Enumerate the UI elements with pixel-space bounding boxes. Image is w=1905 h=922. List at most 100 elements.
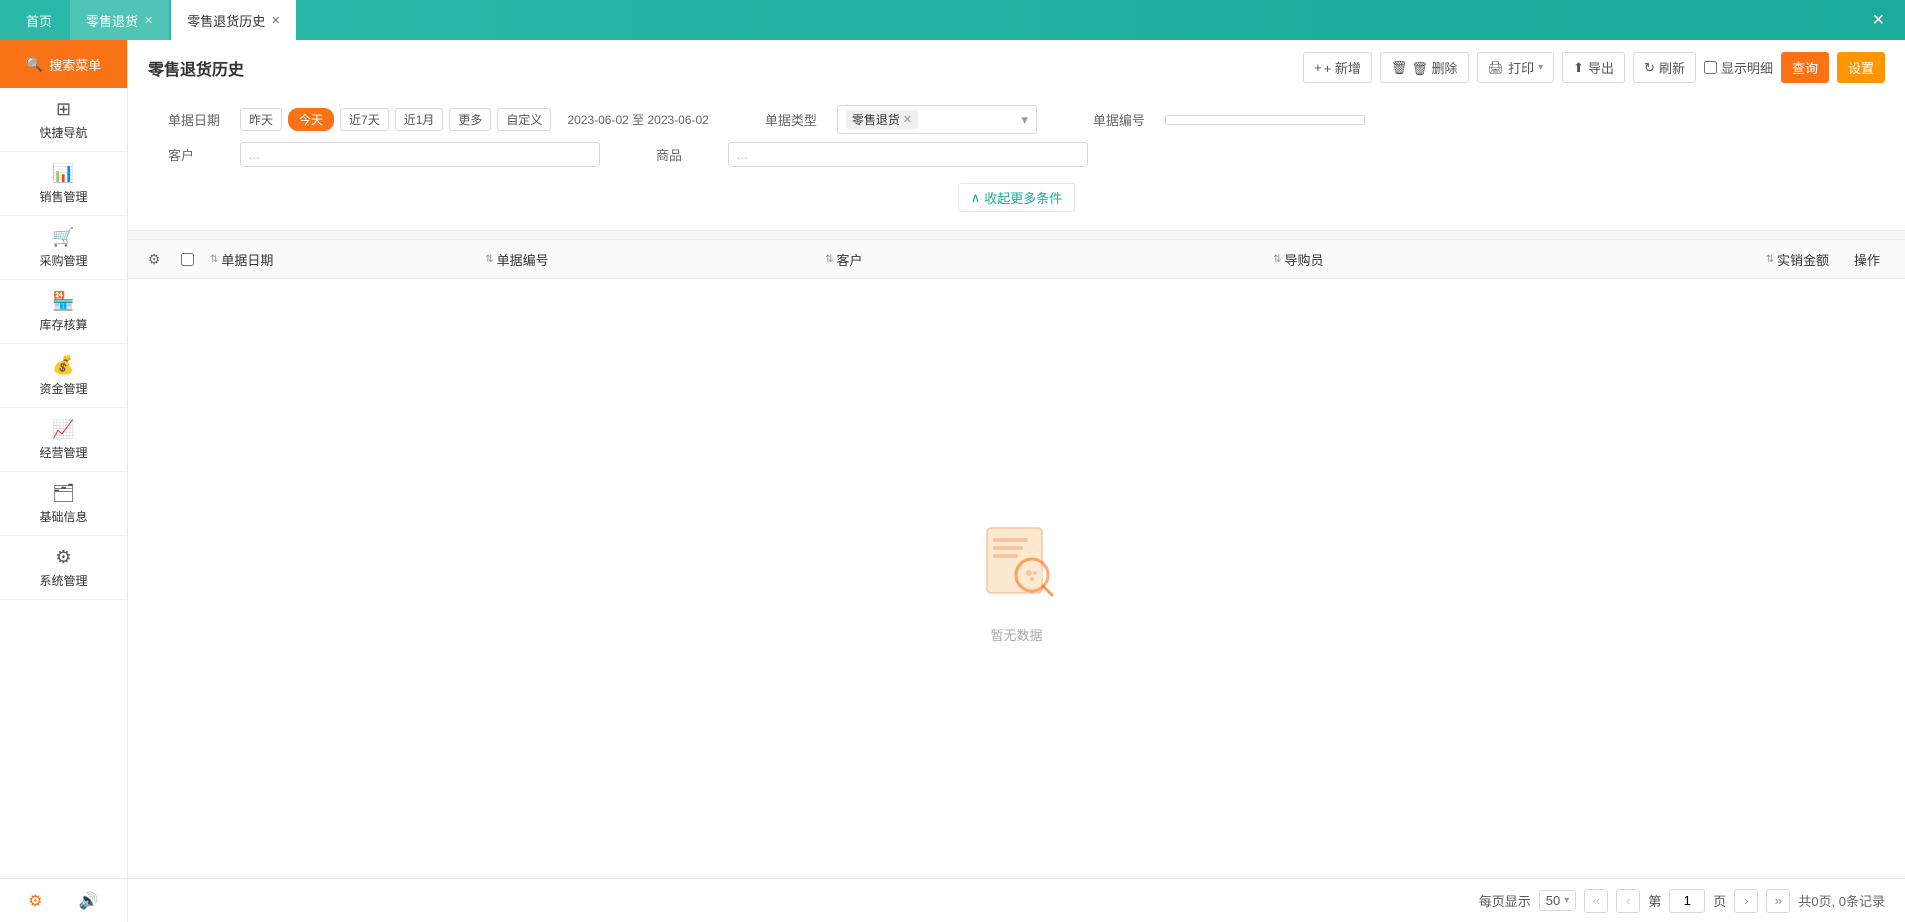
page-total: 共0页, 0条记录 — [1798, 891, 1885, 910]
sidebar-item-quick-nav[interactable]: ⊞ 快捷导航 — [0, 88, 127, 152]
page-size-label: 每页显示 — [1479, 891, 1531, 910]
title-row: 零售退货历史 + + 新增 🗑 🗑 删除 🖨 打印 ▾ — [148, 52, 1885, 83]
last-page-button[interactable]: » — [1766, 889, 1790, 913]
main-layout: 🔍 搜索菜单 ⊞ 快捷导航 📊 销售管理 🛒 采购管理 🏪 库存核算 💰 — [0, 40, 1905, 922]
page-number-input[interactable] — [1669, 889, 1705, 913]
finance-label: 资金管理 — [39, 380, 87, 397]
print-icon: 🖨 — [1488, 60, 1505, 76]
num-col-label: 单据编号 — [497, 250, 549, 269]
settings-icon[interactable]: ⚙ — [28, 891, 42, 911]
guide-col-label: 导购员 — [1284, 250, 1323, 269]
type-tag-close-icon[interactable]: ✕ — [903, 113, 912, 126]
inventory-icon: 🏪 — [52, 291, 74, 312]
content-area: 零售退货历史 + + 新增 🗑 🗑 删除 🖨 打印 ▾ — [128, 40, 1905, 922]
volume-icon[interactable]: 🔊 — [79, 891, 99, 911]
date-btn-1month[interactable]: 近1月 — [395, 108, 444, 131]
collapse-button[interactable]: ∧ 收起更多条件 — [958, 183, 1076, 212]
date-col-label: 单据日期 — [221, 250, 273, 269]
sales-mgmt-label: 销售管理 — [39, 188, 87, 205]
sidebar-search[interactable]: 🔍 搜索菜单 — [0, 40, 127, 88]
tab-home[interactable]: 首页 — [10, 0, 68, 40]
show-detail-label: 显示明细 — [1721, 58, 1773, 77]
date-btn-custom[interactable]: 自定义 — [497, 108, 551, 131]
print-button[interactable]: 🖨 打印 ▾ — [1477, 52, 1555, 83]
toolbar-buttons: + + 新增 🗑 🗑 删除 🖨 打印 ▾ ⬆ 导出 — [1303, 52, 1885, 83]
sort-guide-icon[interactable]: ⇅ — [1273, 254, 1281, 265]
basic-info-icon: 🗂 — [52, 483, 75, 504]
type-select-chevron-icon: ▾ — [1021, 112, 1028, 128]
page-title: 零售退货历史 — [148, 56, 244, 80]
print-label: 打印 — [1508, 58, 1534, 77]
table-gear-icon[interactable]: ⚙ — [148, 251, 161, 268]
table-checkbox-col — [172, 253, 202, 266]
export-button[interactable]: ⬆ 导出 — [1562, 52, 1625, 83]
date-btn-7days[interactable]: 近7天 — [340, 108, 389, 131]
date-filter-buttons: 昨天 今天 近7天 近1月 更多 自定义 — [240, 108, 551, 131]
show-detail-input[interactable] — [1704, 61, 1717, 74]
search-icon: 🔍 — [26, 56, 43, 73]
page-size-select[interactable]: 50 ▾ — [1539, 890, 1577, 911]
page-size-chevron-icon: ▾ — [1564, 895, 1569, 906]
sidebar-item-system-mgmt[interactable]: ⚙ 系统管理 — [0, 536, 127, 600]
print-chevron-icon: ▾ — [1538, 62, 1543, 73]
tab-retail-return[interactable]: 零售退货 ✕ — [70, 0, 169, 40]
sort-amount-icon[interactable]: ⇅ — [1766, 254, 1774, 265]
sidebar-bottom: ⚙ 🔊 — [0, 878, 127, 922]
system-mgmt-label: 系统管理 — [39, 572, 87, 589]
sidebar-item-inventory[interactable]: 🏪 库存核算 — [0, 280, 127, 344]
date-btn-more[interactable]: 更多 — [449, 108, 491, 131]
prev-page-button[interactable]: ‹ — [1616, 889, 1640, 913]
customer-filter-input[interactable]: ... — [240, 142, 600, 167]
tab-list: 首页 零售退货 ✕ 零售退货历史 ✕ — [10, 0, 1862, 40]
type-filter-select[interactable]: 零售退货 ✕ ▾ — [837, 105, 1037, 134]
window-close-icon[interactable]: ✕ — [1862, 10, 1895, 30]
goods-filter-input[interactable]: ... — [728, 142, 1088, 167]
filter-area: 单据日期 昨天 今天 近7天 近1月 更多 自定义 2023-06-02 至 2… — [148, 95, 1885, 230]
goods-filter-label: 商品 — [656, 145, 712, 164]
quick-nav-label: 快捷导航 — [39, 124, 87, 141]
refresh-icon: ↻ — [1644, 60, 1655, 76]
sidebar-item-basic-info[interactable]: 🗂 基础信息 — [0, 472, 127, 536]
retail-return-close-icon[interactable]: ✕ — [144, 14, 153, 27]
goods-placeholder: ... — [737, 147, 748, 162]
table-date-col: ⇅ 单据日期 — [202, 250, 477, 269]
table-header: ⚙ ⇅ 单据日期 ⇅ 单据编号 ⇅ 客户 ⇅ — [128, 239, 1905, 279]
new-button[interactable]: + + 新增 — [1303, 52, 1372, 83]
type-tag-label: 零售退货 — [852, 111, 900, 128]
content-header: 零售退货历史 + + 新增 🗑 🗑 删除 🖨 打印 ▾ — [128, 40, 1905, 231]
customer-col-label: 客户 — [837, 250, 863, 269]
sidebar-item-sales-mgmt[interactable]: 📊 销售管理 — [0, 152, 127, 216]
empty-text: 暂无数据 — [990, 625, 1042, 644]
prev-page-icon: ‹ — [1626, 893, 1630, 908]
purchase-mgmt-label: 采购管理 — [39, 252, 87, 269]
delete-button[interactable]: 🗑 🗑 删除 — [1380, 52, 1469, 83]
basic-info-label: 基础信息 — [39, 508, 87, 525]
number-filter-input[interactable] — [1165, 115, 1365, 125]
refresh-button[interactable]: ↻ 刷新 — [1633, 52, 1696, 83]
first-page-icon: « — [1593, 893, 1600, 908]
table-customer-col: ⇅ 客户 — [817, 250, 1265, 269]
retail-return-tab-label: 零售退货 — [86, 11, 138, 30]
sidebar-item-purchase-mgmt[interactable]: 🛒 采购管理 — [0, 216, 127, 280]
retail-return-history-close-icon[interactable]: ✕ — [271, 14, 280, 27]
sort-num-icon[interactable]: ⇅ — [485, 254, 493, 265]
date-btn-yesterday[interactable]: 昨天 — [240, 108, 282, 131]
date-filter-label: 单据日期 — [168, 110, 224, 129]
next-page-button[interactable]: › — [1734, 889, 1758, 913]
query-button[interactable]: 查询 — [1781, 52, 1829, 83]
table-amount-col: ⇅ 实销金额 — [1605, 250, 1837, 269]
select-all-checkbox[interactable] — [181, 253, 194, 266]
tab-retail-return-history[interactable]: 零售退货历史 ✕ — [171, 0, 296, 40]
sidebar-search-label: 搜索菜单 — [49, 55, 101, 74]
sidebar-item-operations[interactable]: 📈 经营管理 — [0, 408, 127, 472]
amount-col-label: 实销金额 — [1777, 250, 1829, 269]
sort-customer-icon[interactable]: ⇅ — [825, 254, 833, 265]
first-page-button[interactable]: « — [1584, 889, 1608, 913]
date-btn-today[interactable]: 今天 — [288, 108, 334, 131]
delete-label: 🗑 删除 — [1411, 58, 1457, 77]
show-detail-checkbox[interactable]: 显示明细 — [1704, 58, 1773, 77]
customer-filter-label: 客户 — [168, 145, 224, 164]
sort-date-icon[interactable]: ⇅ — [210, 254, 218, 265]
settings-button[interactable]: 设置 — [1837, 52, 1885, 83]
sidebar-item-finance[interactable]: 💰 资金管理 — [0, 344, 127, 408]
